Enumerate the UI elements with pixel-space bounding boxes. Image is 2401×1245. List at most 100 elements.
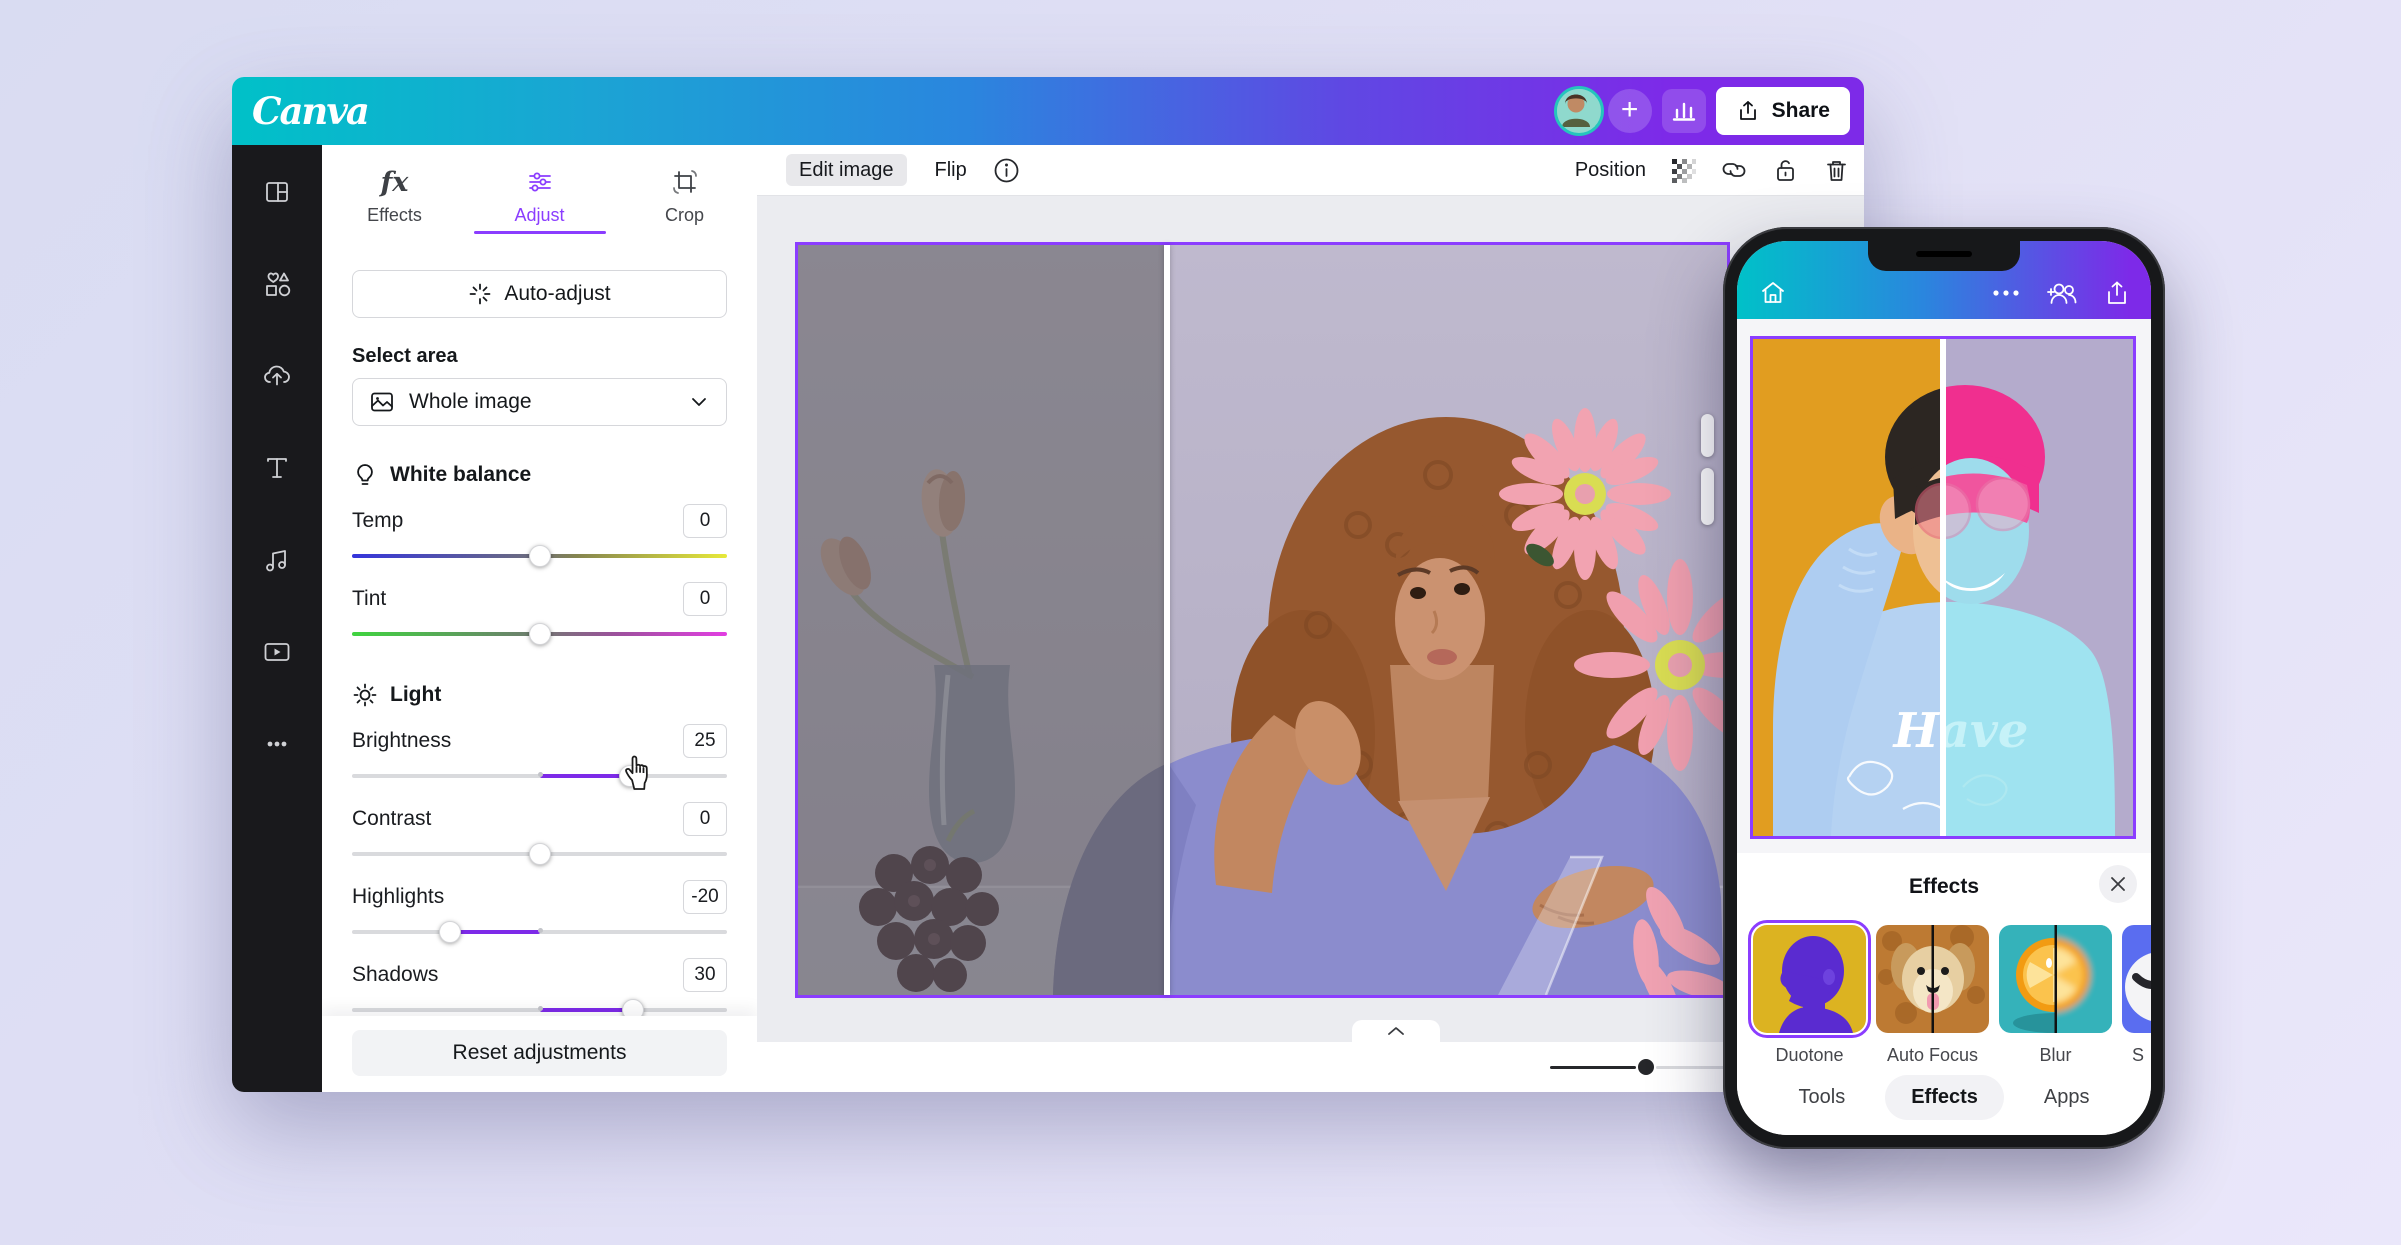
slider-value-input[interactable]: 0 xyxy=(683,802,727,836)
slider-handle[interactable] xyxy=(529,545,551,567)
info-button[interactable] xyxy=(993,157,1020,184)
edit-image-button[interactable]: Edit image xyxy=(786,154,907,186)
panel-tabs: fxEffects Adjust Crop xyxy=(322,145,757,241)
slider-row-contrast: Contrast0 xyxy=(352,802,727,866)
phone-bottom-tabs: Tools Effects Apps xyxy=(1737,1075,2151,1120)
phone-tab-apps[interactable]: Apps xyxy=(2038,1075,2096,1120)
slider-value-input[interactable]: 30 xyxy=(683,958,727,992)
auto-focus-thumbnail xyxy=(1876,925,1989,1033)
effects-sheet-title: Effects xyxy=(1737,875,2151,899)
slider-track-temp[interactable] xyxy=(352,544,727,568)
rail-item-uploads[interactable] xyxy=(250,351,304,405)
phone-canvas-area: Have xyxy=(1737,319,2151,853)
more-options-icon[interactable] xyxy=(1991,288,2021,298)
slider-value-input[interactable]: 0 xyxy=(683,582,727,616)
slider-track-brightness[interactable] xyxy=(352,764,727,788)
rail-item-design[interactable] xyxy=(250,167,304,221)
collapse-toolbar-button[interactable] xyxy=(1352,1020,1440,1042)
reset-adjustments-button[interactable]: Reset adjustments xyxy=(352,1030,727,1076)
elements-icon xyxy=(262,269,292,304)
duotone-thumbnail xyxy=(1753,925,1866,1033)
select-area-value: Whole image xyxy=(409,390,674,414)
tab-label: Effects xyxy=(367,205,422,226)
effect-item-auto-focus[interactable]: Auto Focus xyxy=(1876,925,1989,1066)
effect-item-s[interactable]: S xyxy=(2122,925,2151,1066)
phone-tab-tools[interactable]: Tools xyxy=(1793,1075,1852,1120)
uploads-icon xyxy=(262,361,292,396)
slider-value-input[interactable]: -20 xyxy=(683,880,727,914)
zoom-slider-track-filled xyxy=(1550,1066,1636,1069)
slider-track-tint[interactable] xyxy=(352,622,727,646)
slider-track-highlights[interactable] xyxy=(352,920,727,944)
share-button[interactable]: Share xyxy=(1716,87,1850,135)
add-design-button[interactable]: + xyxy=(1608,89,1652,133)
resize-handle[interactable] xyxy=(1701,414,1714,457)
canva-app-window: Canva + xyxy=(232,77,1864,1092)
transparency-button[interactable] xyxy=(1670,157,1696,183)
auto-adjust-button[interactable]: Auto-adjust xyxy=(352,270,727,318)
export-share-icon[interactable] xyxy=(2103,279,2131,307)
position-button[interactable]: Position xyxy=(1575,159,1646,182)
before-after-left-overlay xyxy=(798,245,1167,995)
phone-selected-photo[interactable]: Have xyxy=(1750,336,2136,839)
effect-label: Auto Focus xyxy=(1876,1045,1989,1066)
slider-value-input[interactable]: 25 xyxy=(683,724,727,758)
slider-label: Tint xyxy=(352,587,683,611)
zoom-slider-handle[interactable] xyxy=(1638,1059,1654,1075)
page-background: Canva + xyxy=(0,0,2401,1245)
flip-button[interactable]: Flip xyxy=(935,159,967,182)
effect-item-blur[interactable]: Blur xyxy=(1999,925,2112,1066)
audio-icon xyxy=(263,546,291,579)
more-icon xyxy=(263,730,291,763)
close-button[interactable] xyxy=(2099,865,2137,903)
rail-item-videos[interactable] xyxy=(250,627,304,681)
effect-label: Duotone xyxy=(1753,1045,1866,1066)
sun-icon xyxy=(352,682,378,708)
tab-label: Adjust xyxy=(514,205,564,226)
crop-icon xyxy=(671,167,699,197)
rail-item-elements[interactable] xyxy=(250,259,304,313)
rail-item-more[interactable] xyxy=(250,719,304,773)
effect-item-duotone[interactable]: Duotone xyxy=(1753,925,1866,1066)
phone-tab-effects[interactable]: Effects xyxy=(1885,1075,2004,1120)
slider-row-shadows: Shadows30 xyxy=(352,958,727,1022)
home-icon[interactable] xyxy=(1759,279,1787,307)
slider-handle[interactable] xyxy=(529,843,551,865)
tab-effects[interactable]: fxEffects xyxy=(322,145,467,241)
invite-people-icon[interactable] xyxy=(2045,279,2079,307)
chevron-up-icon xyxy=(1386,1025,1406,1037)
before-after-divider[interactable] xyxy=(1164,245,1170,995)
canva-logo[interactable]: Canva xyxy=(252,89,368,133)
design-icon xyxy=(263,178,291,211)
selected-photo[interactable] xyxy=(795,242,1730,998)
tab-adjust[interactable]: Adjust xyxy=(467,145,612,241)
slider-handle[interactable] xyxy=(529,623,551,645)
stage-footer xyxy=(757,1042,1864,1092)
slider-label: Temp xyxy=(352,509,683,533)
slider-label: Brightness xyxy=(352,729,683,753)
slider-value-input[interactable]: 0 xyxy=(683,504,727,538)
blur-thumbnail xyxy=(1999,925,2112,1033)
rail-item-text[interactable] xyxy=(250,443,304,497)
slider-track-contrast[interactable] xyxy=(352,842,727,866)
rail-item-audio[interactable] xyxy=(250,535,304,589)
slider-label: Shadows xyxy=(352,963,683,987)
select-area-dropdown[interactable]: Whole image xyxy=(352,378,727,426)
share-button-label: Share xyxy=(1772,99,1830,123)
phone-before-after-divider[interactable] xyxy=(1940,339,1946,836)
canvas-stage: Edit image Flip Position xyxy=(757,145,1864,1092)
panel-footer: Reset adjustments xyxy=(322,1016,757,1092)
tab-crop[interactable]: Crop xyxy=(612,145,757,241)
resize-handle[interactable] xyxy=(1701,468,1714,525)
delete-button[interactable] xyxy=(1823,157,1850,184)
lock-button[interactable] xyxy=(1772,157,1799,184)
image-icon xyxy=(369,389,395,415)
link-button[interactable] xyxy=(1720,156,1748,184)
chevron-down-icon xyxy=(688,391,710,413)
slider-handle[interactable] xyxy=(439,921,461,943)
slider-row-highlights: Highlights-20 xyxy=(352,880,727,944)
avatar[interactable] xyxy=(1554,86,1604,136)
insights-button[interactable] xyxy=(1662,89,1706,133)
phone-screen: Have xyxy=(1737,241,2151,1135)
text-icon xyxy=(263,454,291,487)
